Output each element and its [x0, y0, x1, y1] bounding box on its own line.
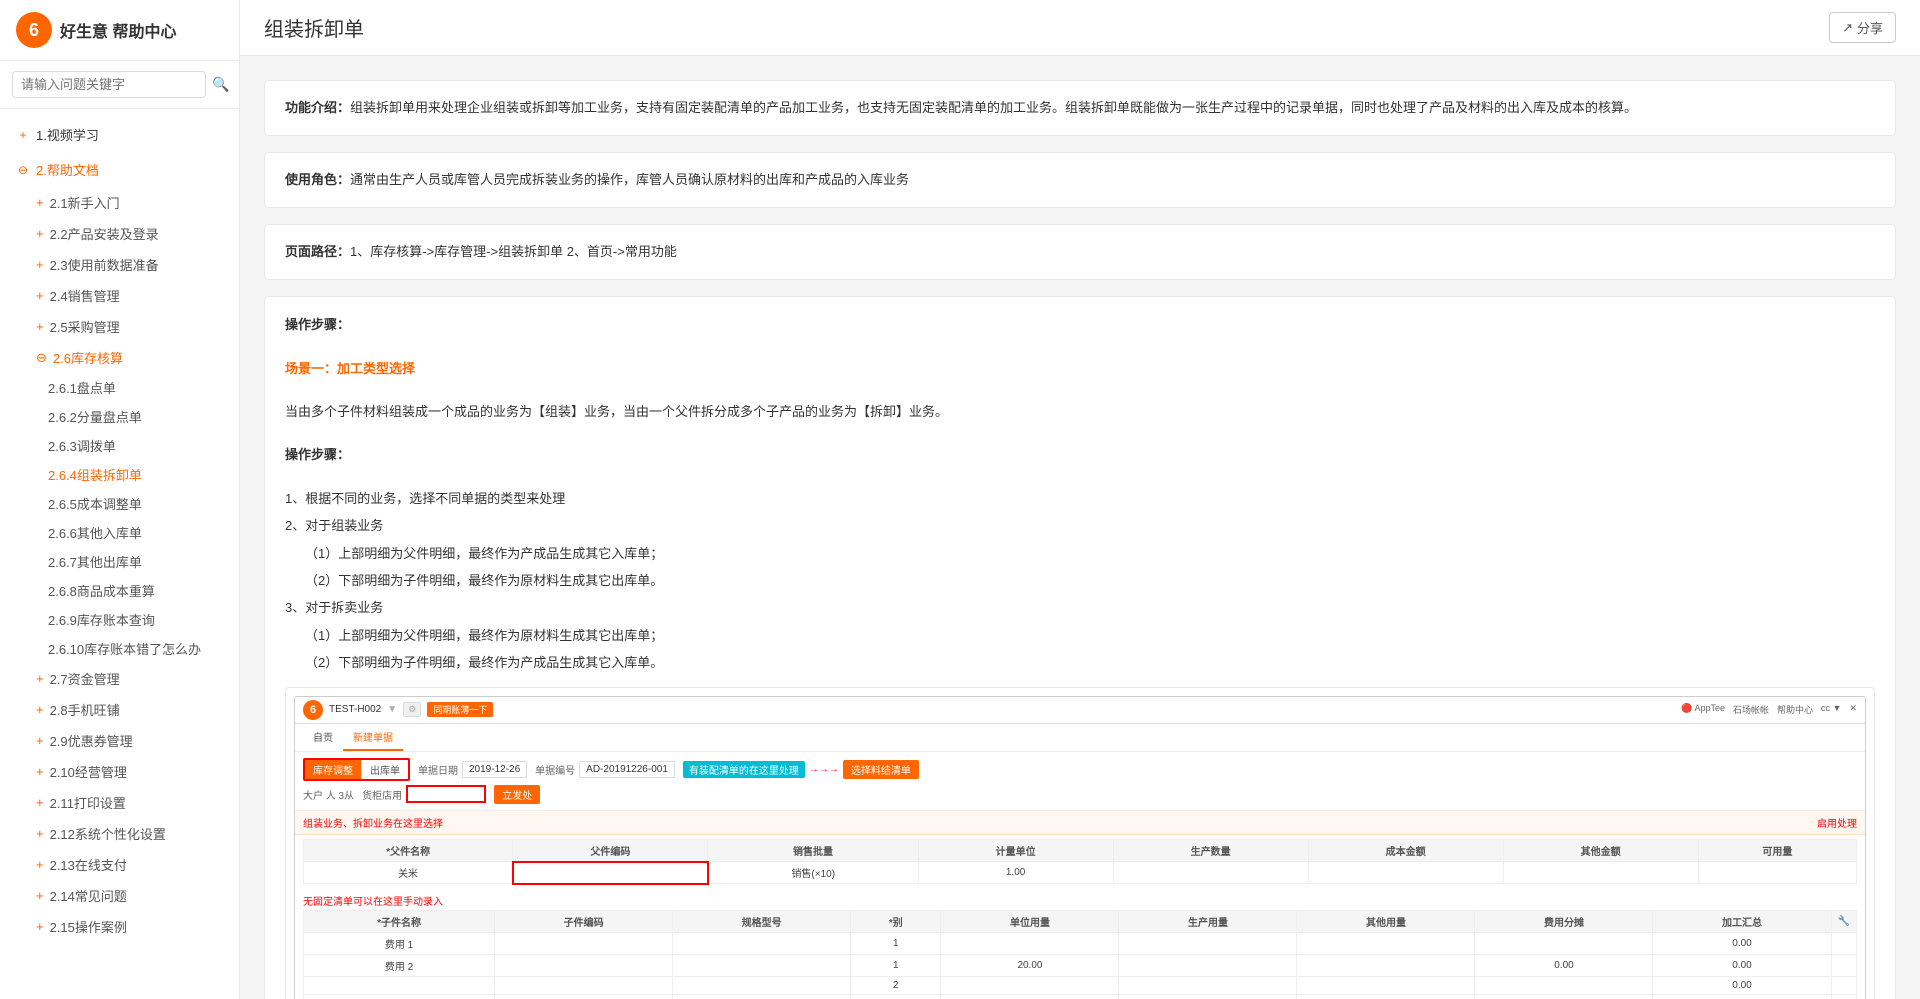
mock-type-selector: 库存调整 出库单 — [303, 758, 410, 781]
scene-title: 场景一：加工类型选择 — [285, 357, 1875, 380]
mock-upper-table-wrap: *父件名称 父件编码 销售批量 计量单位 生产数量 成本金额 其他金额 可用量 — [295, 835, 1865, 889]
plus-icon: + — [16, 128, 30, 142]
sidebar-header: 6 好生意 帮助中心 — [0, 0, 239, 61]
mock-period-btn[interactable]: 同期账薄一下 — [427, 702, 493, 717]
step3-1: （1）上部明细为父件明细，最终作为原材料生成其它出库单； — [285, 624, 1875, 647]
step3-2: （2）下部明细为子件明细，最终作为产成品生成其它入库单。 — [285, 651, 1875, 674]
sidebar-item-inventory[interactable]: ⊖ 2.6库存核算 — [0, 342, 239, 373]
sidebar-item-cost[interactable]: 2.6.5成本调整单 — [0, 489, 239, 518]
share-button[interactable]: ↗ 分享 — [1829, 12, 1896, 43]
main-content: 功能介绍：组装拆卸单用来处理企业组装或拆卸等加工业务，支持有固定装配清单的产品加… — [240, 56, 1920, 999]
search-box: 🔍 — [0, 61, 239, 109]
sidebar-sub-inventory: 2.6.1盘点单 2.6.2分量盘点单 2.6.3调拨单 2.6.4组装拆卸单 … — [0, 373, 239, 663]
sidebar-item-docs[interactable]: ⊖ 2.帮助文档 — [0, 152, 239, 187]
sidebar-item-faq[interactable]: + 2.14常见问题 — [0, 880, 239, 911]
mock-nav-home[interactable]: 自贡 — [303, 724, 343, 751]
sidebar-item-install[interactable]: + 2.2产品安装及登录 — [0, 218, 239, 249]
sidebar-item-count2[interactable]: 2.6.2分量盘点单 — [0, 402, 239, 431]
minus-icon: ⊖ — [16, 163, 30, 177]
sub-table-row: 30.00 — [304, 994, 1857, 999]
mock-upper-table: *父件名称 父件编码 销售批量 计量单位 生产数量 成本金额 其他金额 可用量 — [303, 839, 1857, 885]
mock-annotation-bar: 组装业务、拆卸业务在这里选择 启用处理 — [295, 811, 1865, 835]
sidebar-sub-docs: + 2.1新手入门 + 2.2产品安装及登录 + 2.3使用前数据准备 + 2.… — [0, 187, 239, 942]
role-card: 使用角色：通常由生产人员或库管人员完成拆装业务的操作，库管人员确认原材料的出库和… — [264, 152, 1896, 208]
logo-icon: 6 — [16, 12, 52, 48]
sidebar-item-count[interactable]: 2.6.1盘点单 — [0, 373, 239, 402]
sidebar-item-assembly[interactable]: 2.6.4组装拆卸单 — [0, 460, 239, 489]
sub-table-row: 20.00 — [304, 976, 1857, 994]
sidebar-item-print[interactable]: + 2.11打印设置 — [0, 787, 239, 818]
step2-2: （2）下部明细为子件明细，最终作为原材料生成其它出库单。 — [285, 569, 1875, 592]
mock-annotation3: 无固定清单可以在这里手动录入 — [303, 891, 1857, 910]
table-row: 关米 销售(×10) 1.00 — [304, 862, 1857, 884]
mock-field-input[interactable] — [406, 785, 486, 803]
mock-select-btn[interactable]: 选择料结清单 — [843, 760, 919, 779]
sidebar-item-operation[interactable]: + 2.10经营管理 — [0, 756, 239, 787]
sidebar: 6 好生意 帮助中心 🔍 + 1.视频学习 ⊖ 2.帮助文档 + 2.1新手入门… — [0, 0, 240, 999]
search-input[interactable] — [12, 71, 206, 98]
page-title: 组装拆卸单 — [264, 13, 364, 42]
mock-form-area: 库存调整 出库单 单据日期 2019-12-26 单据编号 AD-2019122… — [295, 752, 1865, 811]
mock-lower-table-wrap: 无固定清单可以在这里手动录入 *子件名称 子件编码 规格型号 *别 单位用量 — [295, 889, 1865, 999]
steps-sub-title: 操作步骤： — [285, 443, 1875, 466]
main-area: 组装拆卸单 ↗ 分享 功能介绍：组装拆卸单用来处理企业组装或拆卸等加工业务，支持… — [240, 0, 1920, 999]
sidebar-item-data[interactable]: + 2.3使用前数据准备 — [0, 249, 239, 280]
screenshot-inner: 6 TEST-H002 ▼ ⚙ 同期账薄一下 🔴 AppTee 石场帐帐 帮助中… — [294, 696, 1866, 999]
step2-1: （1）上部明细为父件明细，最终作为产成品生成其它入库单； — [285, 542, 1875, 565]
mock-lower-table: *子件名称 子件编码 规格型号 *别 单位用量 生产用量 其他用量 费用分摊 加 — [303, 910, 1857, 999]
mock-highlight-text: 有装配清单的在这里处理 — [683, 761, 805, 778]
sidebar-item-new[interactable]: + 2.1新手入门 — [0, 187, 239, 218]
steps-section: 操作步骤： 场景一：加工类型选择 当由多个子件材料组装成一个成品的业务为【组装】… — [264, 296, 1896, 999]
mock-period: ⚙ — [403, 702, 421, 717]
scene-desc: 当由多个子件材料组装成一个成品的业务为【组装】业务，当由一个父件拆分成多个子产品… — [285, 400, 1875, 423]
sidebar-item-stock-error[interactable]: 2.6.10库存账本错了怎么办 — [0, 634, 239, 663]
sub-table-row: 费用 2120.000.000.00 — [304, 954, 1857, 976]
intro-card: 功能介绍：组装拆卸单用来处理企业组装或拆卸等加工业务，支持有固定装配清单的产品加… — [264, 80, 1896, 136]
main-header: 组装拆卸单 ↗ 分享 — [240, 0, 1920, 56]
step1: 1、根据不同的业务，选择不同单据的类型来处理 — [285, 487, 1875, 510]
sidebar-item-cost-reset[interactable]: 2.6.8商品成本重算 — [0, 576, 239, 605]
sidebar-item-stock-check[interactable]: 2.6.9库存账本查询 — [0, 605, 239, 634]
share-icon: ↗ — [1842, 20, 1853, 36]
mock-company: TEST-H002 — [329, 704, 381, 715]
path-card: 页面路径：1、库存核算->库存管理->组装拆卸单 2、首页->常用功能 — [264, 224, 1896, 280]
mock-nav-active[interactable]: 新建单据 — [343, 724, 403, 751]
mock-date-input[interactable]: 2019-12-26 — [462, 761, 527, 778]
steps-title: 操作步骤： — [285, 313, 1875, 336]
mock-topbar: 6 TEST-H002 ▼ ⚙ 同期账薄一下 🔴 AppTee 石场帐帐 帮助中… — [295, 697, 1865, 724]
sidebar-item-purchase[interactable]: + 2.5采购管理 — [0, 311, 239, 342]
sidebar-item-coupon[interactable]: + 2.9优惠券管理 — [0, 725, 239, 756]
sidebar-item-custom[interactable]: + 2.12系统个性化设置 — [0, 818, 239, 849]
mock-app: 6 TEST-H002 ▼ ⚙ 同期账薄一下 🔴 AppTee 石场帐帐 帮助中… — [295, 697, 1865, 999]
mock-type-disassembly[interactable]: 出库单 — [361, 760, 408, 779]
mock-number-input[interactable]: AD-20191226-001 — [579, 761, 675, 778]
sidebar-item-other-in[interactable]: 2.6.6其他入库单 — [0, 518, 239, 547]
mock-subnav: 自贡 新建单据 — [295, 724, 1865, 752]
logo-text: 好生意 帮助中心 — [60, 18, 176, 42]
sidebar-item-other-out[interactable]: 2.6.7其他出库单 — [0, 547, 239, 576]
sidebar-item-online-pay[interactable]: + 2.13在线支付 — [0, 849, 239, 880]
step3: 3、对于拆卖业务 — [285, 596, 1875, 619]
mock-type-assembly[interactable]: 库存调整 — [305, 760, 361, 779]
sub-table-row: 费用 110.00 — [304, 932, 1857, 954]
sidebar-item-cases[interactable]: + 2.15操作案例 — [0, 911, 239, 942]
mock-ok-btn[interactable]: 立发处 — [494, 785, 540, 804]
sidebar-item-video[interactable]: + 1.视频学习 — [0, 117, 239, 152]
sidebar-item-adjust[interactable]: 2.6.3调拨单 — [0, 431, 239, 460]
sidebar-item-mobile[interactable]: + 2.8手机旺铺 — [0, 694, 239, 725]
mock-logo: 6 — [303, 700, 323, 720]
screenshot-container: 6 TEST-H002 ▼ ⚙ 同期账薄一下 🔴 AppTee 石场帐帐 帮助中… — [285, 687, 1875, 999]
sidebar-item-finance[interactable]: + 2.7资金管理 — [0, 663, 239, 694]
step2: 2、对于组装业务 — [285, 514, 1875, 537]
sidebar-item-sales[interactable]: + 2.4销售管理 — [0, 280, 239, 311]
nav-list: + 1.视频学习 ⊖ 2.帮助文档 + 2.1新手入门 + 2.2产品安装及登录… — [0, 109, 239, 950]
search-button[interactable]: 🔍 — [212, 76, 229, 93]
